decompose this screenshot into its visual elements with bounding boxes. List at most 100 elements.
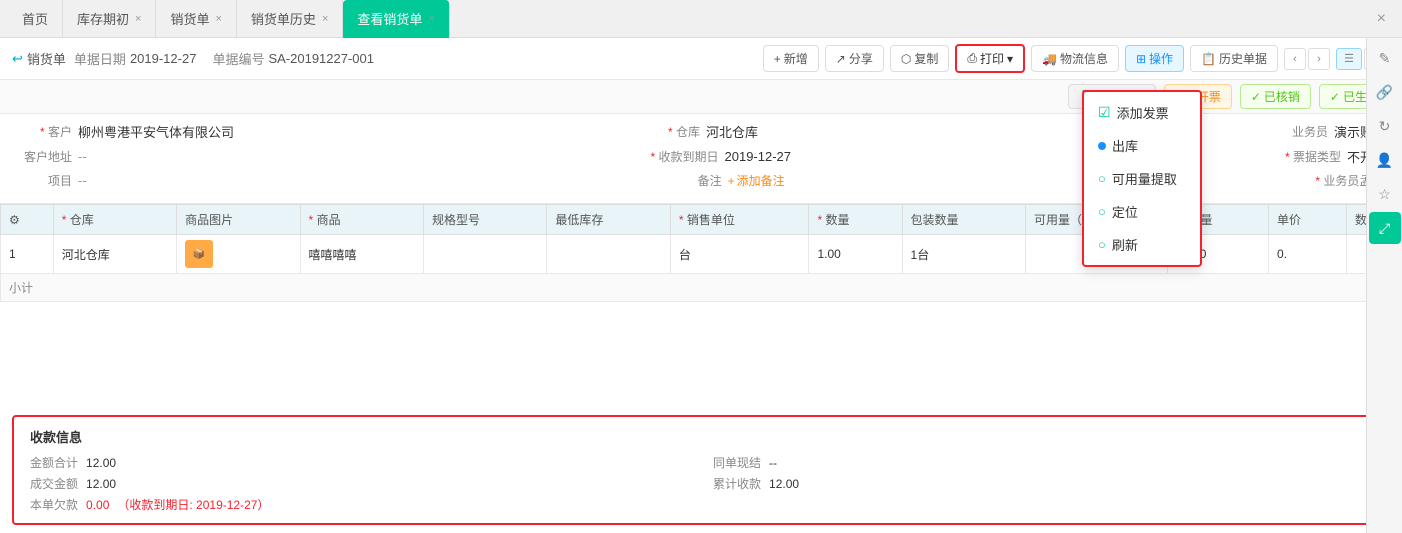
col-pack-qty: 包装数量 <box>902 205 1025 235</box>
receipt-info-title: 收款信息 <box>30 427 1372 446</box>
col-spec: 规格型号 <box>423 205 546 235</box>
customer-label: 客户 <box>16 123 72 140</box>
available-extract-icon: ○ <box>1098 171 1106 186</box>
history-icon: 📋 <box>1201 52 1216 66</box>
col-product: 商品 <box>300 205 423 235</box>
tab-home[interactable]: 首页 <box>8 0 63 38</box>
print-button[interactable]: ⎙ 打印 ▾ <box>955 44 1025 73</box>
dropdown-outbound[interactable]: 出库 <box>1084 129 1200 162</box>
col-unit-price: 单价 <box>1269 205 1347 235</box>
col-qty: 数量 <box>809 205 902 235</box>
col-settings[interactable]: ⚙ <box>1 205 54 235</box>
tab-close-sales[interactable]: × <box>215 13 221 25</box>
cell-min-stock <box>547 235 670 274</box>
operate-button[interactable]: ⊞ 操作 <box>1125 45 1184 72</box>
project-value: -- <box>78 173 666 188</box>
doc-type-icon: ↩ <box>12 51 23 67</box>
dropdown-available-extract[interactable]: ○ 可用量提取 <box>1084 162 1200 195</box>
total-amount-row: 金额合计 12.00 <box>30 454 689 471</box>
tab-sales-order[interactable]: 销货单 × <box>156 0 236 38</box>
copy-icon: ⬡ <box>901 52 911 66</box>
window-close-button[interactable]: × <box>1369 10 1394 28</box>
history-doc-button[interactable]: 📋 历史单据 <box>1190 45 1278 72</box>
nav-next-button[interactable]: › <box>1308 48 1330 70</box>
tab-sales-history[interactable]: 销货单历史 × <box>237 0 343 38</box>
toolbar-actions: + 新增 ↗ 分享 ⬡ 复制 ⎙ 打印 ▾ 🚚 物流信 <box>763 44 1390 73</box>
approved-button[interactable]: ✓ 已核销 <box>1240 84 1311 109</box>
product-image: 📦 <box>185 240 213 268</box>
panel-link-icon[interactable]: 🔗 <box>1369 76 1401 108</box>
logistics-icon: 🚚 <box>1042 52 1057 66</box>
effective-icon: ✓ <box>1330 90 1340 104</box>
add-button[interactable]: + 新增 <box>763 45 819 72</box>
toolbar: ↩ 销货单 单据日期 2019-12-27 单据编号 SA-20191227-0… <box>0 38 1402 80</box>
doc-no-field: 单据编号 SA-20191227-001 <box>212 49 374 68</box>
panel-edit-icon[interactable]: ✎ <box>1369 42 1401 74</box>
view-list-button[interactable]: ☰ <box>1336 48 1362 70</box>
share-button[interactable]: ↗ 分享 <box>825 45 884 72</box>
project-field: 项目 -- <box>16 172 666 189</box>
doc-date-field: 单据日期 2019-12-27 <box>74 49 197 68</box>
employee-label: 业务员 <box>1272 123 1328 140</box>
tab-close-view-sales[interactable]: × <box>428 13 434 25</box>
address-field: 客户地址 -- <box>16 148 650 165</box>
same-order-row: 同单现结 -- <box>713 454 1372 471</box>
share-icon: ↗ <box>836 52 846 66</box>
cumulative-row: 累计收款 12.00 <box>713 475 1372 492</box>
outbound-icon <box>1098 138 1106 153</box>
operate-icon: ⊞ <box>1136 52 1146 66</box>
print-dropdown-icon: ▾ <box>1007 52 1013 66</box>
operate-dropdown: ☑ 添加发票 出库 ○ 可用量提取 ○ 定位 ○ 刷新 <box>1082 90 1202 267</box>
col-image: 商品图片 <box>177 205 300 235</box>
cell-image: 📦 <box>177 235 300 274</box>
tab-inventory-init[interactable]: 库存期初 × <box>63 0 156 38</box>
panel-expand-icon[interactable]: ⤢ <box>1369 212 1401 244</box>
ticket-type-label: 票据类型 <box>1285 148 1341 165</box>
note-label: 备注 <box>666 172 722 189</box>
subtotal-row: 小计 <box>1 274 1402 302</box>
tab-bar: 首页 库存期初 × 销货单 × 销货单历史 × 查看销货单 × × <box>0 0 1402 38</box>
cell-warehouse: 河北仓库 <box>53 235 176 274</box>
cell-qty: 1.00 <box>809 235 902 274</box>
doc-meta: 单据日期 2019-12-27 单据编号 SA-20191227-001 <box>74 49 755 68</box>
panel-star-icon[interactable]: ☆ <box>1369 178 1401 210</box>
receipt-info-grid: 金额合计 12.00 同单现结 -- 成交金额 12.00 累计收款 12.00… <box>30 454 1372 513</box>
warehouse-label: 仓库 <box>644 123 700 140</box>
doc-type-label: 销货单 <box>27 49 66 68</box>
nav-arrows: ‹ › <box>1284 48 1330 70</box>
cell-unit-price: 0. <box>1269 235 1347 274</box>
cell-spec <box>423 235 546 274</box>
add-icon: + <box>774 52 781 66</box>
panel-sync-icon[interactable]: ↻ <box>1369 110 1401 142</box>
tab-close-inventory[interactable]: × <box>135 13 141 25</box>
address-value: -- <box>78 149 650 164</box>
dropdown-refresh[interactable]: ○ 刷新 <box>1084 228 1200 261</box>
address-label: 客户地址 <box>16 148 72 165</box>
refresh-icon: ○ <box>1098 237 1106 252</box>
dropdown-add-invoice[interactable]: ☑ 添加发票 <box>1084 96 1200 129</box>
col-unit: 销售单位 <box>670 205 809 235</box>
customer-field: 客户 柳州粤港平安气体有限公司 <box>16 122 644 141</box>
due-date-label: 收款到期日 <box>650 148 718 165</box>
locate-icon: ○ <box>1098 204 1106 219</box>
tab-close-history[interactable]: × <box>322 13 328 25</box>
col-min-stock: 最低库存 <box>547 205 670 235</box>
logistics-button[interactable]: 🚚 物流信息 <box>1031 45 1119 72</box>
note-field: 备注 + 添加备注 <box>666 172 1316 189</box>
copy-button[interactable]: ⬡ 复制 <box>890 45 950 72</box>
staff-label: 业务员孟 <box>1315 172 1371 189</box>
subtotal-label: 小计 <box>1 274 1402 302</box>
cell-pack-qty: 1台 <box>902 235 1025 274</box>
customer-value: 柳州粤港平安气体有限公司 <box>78 122 644 141</box>
receipt-info-panel: 收款信息 金额合计 12.00 同单现结 -- 成交金额 12.00 累计收款 … <box>12 415 1390 525</box>
right-panel: ✎ 🔗 ↻ 👤 ☆ ⤢ <box>1366 38 1402 533</box>
print-icon: ⎙ <box>967 51 977 66</box>
panel-user-icon[interactable]: 👤 <box>1369 144 1401 176</box>
cell-no: 1 <box>1 235 54 274</box>
nav-prev-button[interactable]: ‹ <box>1284 48 1306 70</box>
doc-type-badge: ↩ 销货单 <box>12 49 66 68</box>
dropdown-locate[interactable]: ○ 定位 <box>1084 195 1200 228</box>
transaction-row: 成交金额 12.00 <box>30 475 689 492</box>
tab-view-sales[interactable]: 查看销货单 × <box>343 0 449 38</box>
add-note-button[interactable]: + 添加备注 <box>728 172 785 189</box>
